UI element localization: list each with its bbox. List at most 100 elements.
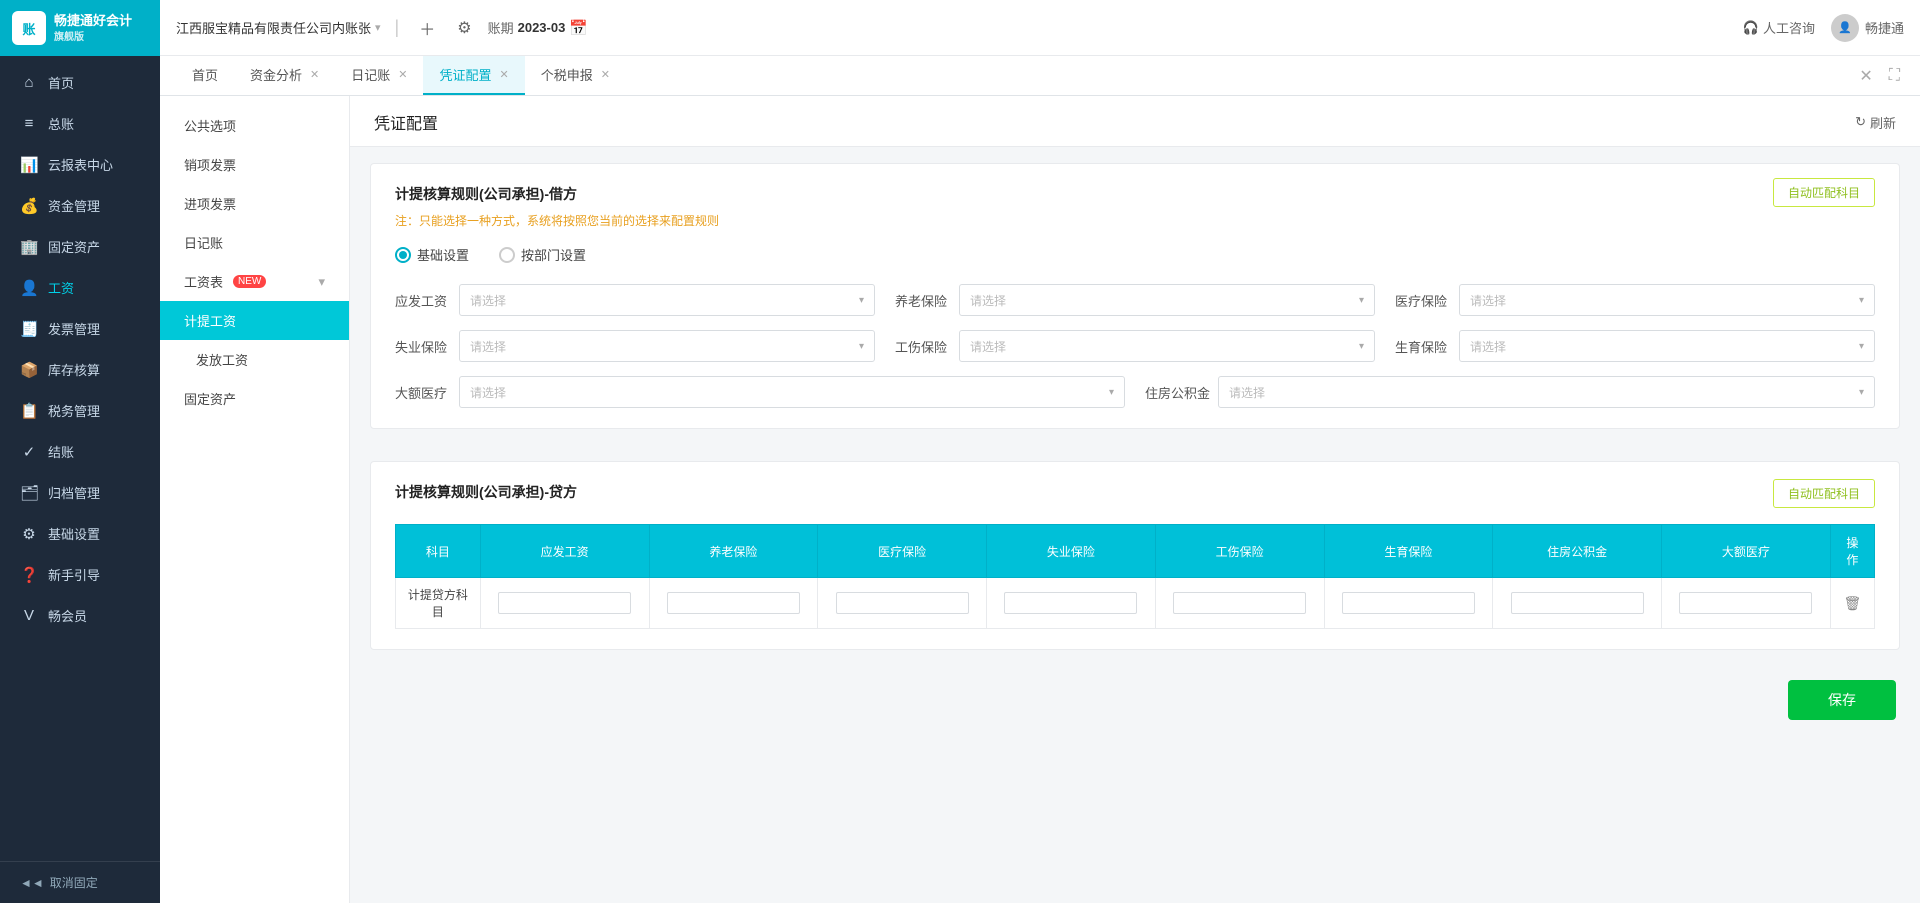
row-zhufang-cell [1493,578,1662,629]
period-selector[interactable]: 账期 2023-03 📅 [488,18,588,37]
topbar-separator: | [395,17,400,38]
sidebar-item-settings[interactable]: ⚙ 基础设置 [0,513,160,554]
field-zhufang-select[interactable]: 请选择 ▾ [1218,376,1875,408]
tab-funds-close[interactable]: ✕ [310,68,319,81]
row-shiye-input[interactable] [1004,592,1137,614]
avatar: 👤 [1831,14,1859,42]
radio-dept[interactable]: 按部门设置 [499,245,586,264]
row-gongshang-input[interactable] [1173,592,1306,614]
row-daejiyiliao-input[interactable] [1679,592,1812,614]
field-yanglao-baoxian: 养老保险 请选择 ▾ [895,284,1375,316]
credit-auto-match-btn[interactable]: 自动匹配科目 [1773,479,1875,508]
sidebar-item-salary[interactable]: 👤 工资 [0,267,160,308]
sidebar-item-checkout-label: 结账 [48,442,74,461]
field-daejiyiliao-value: 请选择 [470,384,506,401]
sidebar-item-tax[interactable]: 📋 税务管理 [0,390,160,431]
sidebar-item-ledger-label: 总账 [48,114,74,133]
sidebar-item-reports-label: 云报表中心 [48,155,113,174]
refresh-btn[interactable]: ↻ 刷新 [1855,113,1896,132]
inventory-icon: 📦 [20,361,38,379]
row-zhufang-input[interactable] [1511,592,1644,614]
field-gongshang-select[interactable]: 请选择 ▾ [959,330,1375,362]
toggle-icon: ◄◄ [20,876,44,890]
radio-basic-circle [395,247,411,263]
sidebar-item-invoice[interactable]: 🧾 发票管理 [0,308,160,349]
field-yanglao-label: 养老保险 [895,291,951,310]
credit-table-body: 计提贷方科目 [396,578,1875,629]
tab-journal-close[interactable]: ✕ [398,68,407,81]
tab-home[interactable]: 首页 [176,56,234,95]
left-menu-payroll-accrual[interactable]: 计提工资 [160,301,349,340]
support-btn[interactable]: 🎧 人工咨询 [1743,18,1815,37]
tab-journal-label: 日记账 [351,65,390,84]
guide-icon: ❓ [20,566,38,584]
left-menu-fixed-assets-label: 固定资产 [184,389,236,408]
row-shengyu-input[interactable] [1342,592,1475,614]
user-menu[interactable]: 👤 畅捷通 [1831,14,1904,42]
radio-basic[interactable]: 基础设置 [395,245,469,264]
sidebar-item-inventory[interactable]: 📦 库存核算 [0,349,160,390]
sidebar-toggle-btn[interactable]: ◄◄ 取消固定 [0,861,160,903]
sidebar-item-assets[interactable]: 🏢 固定资产 [0,226,160,267]
field-zhufang-arrow: ▾ [1859,387,1864,398]
radio-group: 基础设置 按部门设置 [395,245,1875,264]
field-yanglao-select[interactable]: 请选择 ▾ [959,284,1375,316]
field-zhufang-gongjijin: 住房公积金 请选择 ▾ [1145,376,1875,408]
sidebar-item-funds[interactable]: 💰 资金管理 [0,185,160,226]
row-yingfa-input[interactable] [498,592,631,614]
tab-tax-label: 个税申报 [541,65,593,84]
row-yanglao-input[interactable] [667,592,800,614]
field-yingfa-select[interactable]: 请选择 ▾ [459,284,875,316]
field-yingfa-gongzi: 应发工资 请选择 ▾ [395,284,875,316]
left-menu-sales-invoice[interactable]: 销项发票 [160,145,349,184]
topbar: 江西服宝精品有限责任公司内账张 ▾ | ＋ ⚙ 账期 2023-03 📅 🎧 人… [160,0,1920,56]
field-shiye-select[interactable]: 请选择 ▾ [459,330,875,362]
sidebar-item-archive[interactable]: 🗂 归档管理 [0,472,160,513]
field-yiliao-select[interactable]: 请选择 ▾ [1459,284,1875,316]
tab-journal[interactable]: 日记账 ✕ [335,56,423,95]
settings-btn[interactable]: ⚙ [451,16,477,40]
sidebar-item-home-label: 首页 [48,73,74,92]
tab-expand-btn[interactable]: ⛶ [1885,65,1904,87]
tab-tax[interactable]: 个税申报 ✕ [525,56,626,95]
left-menu-fixed-assets[interactable]: 固定资产 [160,379,349,418]
field-zhufang-value: 请选择 [1229,384,1265,401]
left-menu-payroll-table-label: 工资表 [184,272,223,291]
sidebar-item-ledger[interactable]: ≡ 总账 [0,103,160,144]
field-daejiyiliao: 大额医疗 请选择 ▾ [395,376,1125,408]
left-menu-public-label: 公共选项 [184,116,236,135]
tab-tax-close[interactable]: ✕ [601,68,610,81]
sidebar-item-guide[interactable]: ❓ 新手引导 [0,554,160,595]
period-label: 账期 [488,18,514,37]
col-yiliao: 医疗保险 [818,525,987,578]
left-menu-payroll-disbursement[interactable]: 发放工资 [160,340,349,379]
debit-auto-match-btn[interactable]: 自动匹配科目 [1773,178,1875,207]
tab-voucher-close[interactable]: ✕ [500,68,509,81]
tab-close-all-btn[interactable]: ✕ [1855,64,1876,88]
left-menu-payroll-accrual-label: 计提工资 [184,311,236,330]
field-daejiyiliao-arrow: ▾ [1109,387,1114,398]
field-shengyu-select[interactable]: 请选择 ▾ [1459,330,1875,362]
left-menu-journal[interactable]: 日记账 [160,223,349,262]
field-daejiyiliao-select[interactable]: 请选择 ▾ [459,376,1125,408]
company-dropdown-icon: ▾ [375,21,381,34]
sidebar-item-home[interactable]: ⌂ 首页 [0,62,160,103]
debit-section: 计提核算规则(公司承担)-借方 注：只能选择一种方式，系统将按照您当前的选择来配… [370,163,1900,429]
sidebar-item-checkout[interactable]: ✓ 结账 [0,431,160,472]
tabbar-actions: ✕ ⛶ [1855,56,1904,95]
save-button[interactable]: 保存 [1788,680,1896,720]
left-menu-purchase-invoice[interactable]: 进项发票 [160,184,349,223]
debit-fields-row2: 大额医疗 请选择 ▾ 住房公积金 请选择 ▾ [395,376,1875,408]
row-delete-btn[interactable]: 🗑 [1844,595,1862,611]
tab-funds[interactable]: 资金分析 ✕ [234,56,335,95]
page-content: 凭证配置 ↻ 刷新 计提核算规则(公司承担)-借方 注：只能选择一种方式，系统将… [350,96,1920,903]
left-menu-payroll-table[interactable]: 工资表 NEW ▾ [160,262,349,301]
tab-voucher[interactable]: 凭证配置 ✕ [423,56,524,95]
sidebar-item-reports[interactable]: 📊 云报表中心 [0,144,160,185]
sidebar-item-vip[interactable]: V 畅会员 [0,595,160,636]
company-selector[interactable]: 江西服宝精品有限责任公司内账张 ▾ [176,18,381,37]
row-subject-label: 计提贷方科目 [396,578,481,629]
add-company-btn[interactable]: ＋ [413,14,441,42]
left-menu-public[interactable]: 公共选项 [160,106,349,145]
row-yiliao-input[interactable] [836,592,969,614]
